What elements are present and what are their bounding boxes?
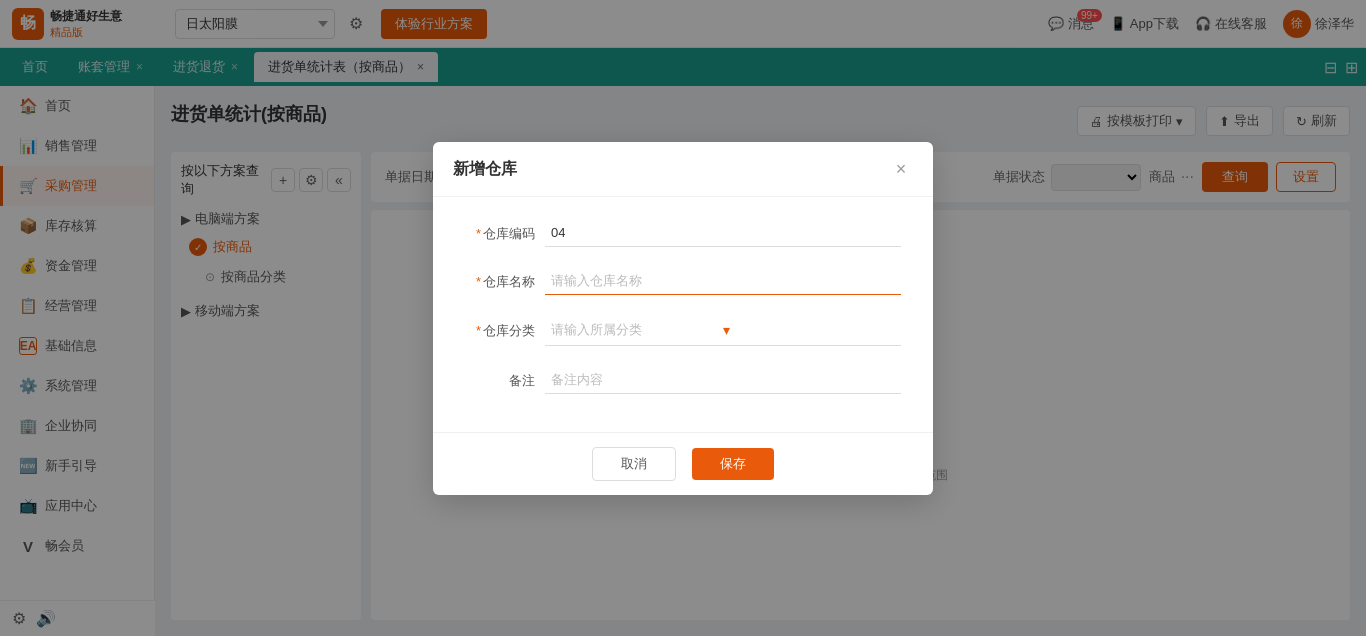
- name-label: *仓库名称: [465, 273, 545, 291]
- category-placeholder: 请输入所属分类: [551, 321, 723, 339]
- name-input[interactable]: [545, 269, 901, 295]
- name-required-star: *: [476, 274, 481, 289]
- dialog-close-btn[interactable]: ×: [889, 158, 913, 182]
- category-required-star: *: [476, 323, 481, 338]
- form-row-remark: 备注: [465, 368, 901, 394]
- dialog-title: 新增仓库: [453, 159, 517, 180]
- dialog-footer: 取消 保存: [433, 432, 933, 495]
- remark-label: 备注: [465, 372, 545, 390]
- form-row-code: *仓库编码: [465, 221, 901, 247]
- form-row-name: *仓库名称: [465, 269, 901, 295]
- category-label: *仓库分类: [465, 322, 545, 340]
- save-btn[interactable]: 保存: [692, 448, 774, 480]
- form-row-category: *仓库分类 请输入所属分类 ▾: [465, 317, 901, 346]
- code-label: *仓库编码: [465, 225, 545, 243]
- dialog-new-warehouse: 新增仓库 × *仓库编码 *仓库名称 *仓库分类: [433, 142, 933, 495]
- modal-overlay[interactable]: 新增仓库 × *仓库编码 *仓库名称 *仓库分类: [0, 0, 1366, 636]
- cancel-btn[interactable]: 取消: [592, 447, 676, 481]
- remark-input[interactable]: [545, 368, 901, 394]
- category-arrow-icon: ▾: [723, 322, 895, 338]
- code-input[interactable]: [545, 221, 901, 247]
- dialog-header: 新增仓库 ×: [433, 142, 933, 197]
- dialog-body: *仓库编码 *仓库名称 *仓库分类 请输入所属分类 ▾: [433, 197, 933, 432]
- category-select[interactable]: 请输入所属分类 ▾: [545, 317, 901, 346]
- code-required-star: *: [476, 226, 481, 241]
